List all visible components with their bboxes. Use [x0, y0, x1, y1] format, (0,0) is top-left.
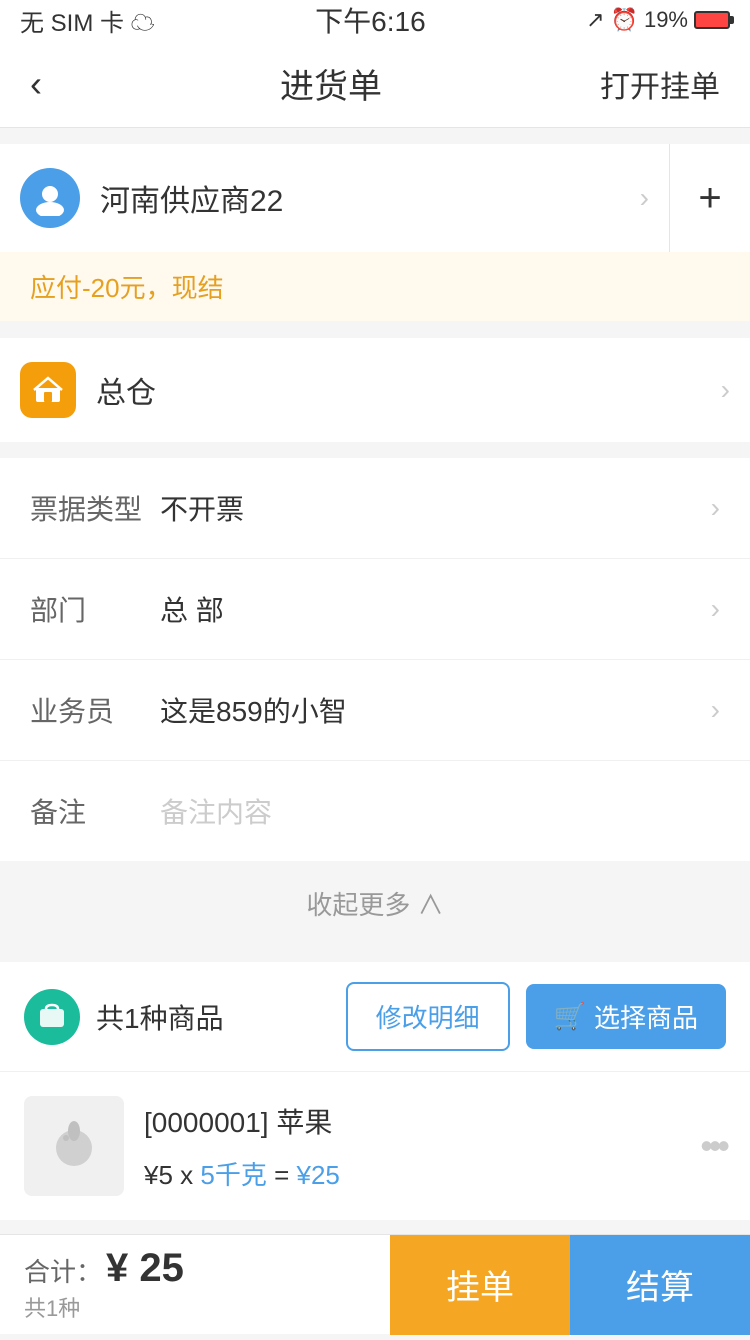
supplier-name: 河南供应商22 [100, 176, 630, 220]
product-unit-price: ¥5 [144, 1160, 173, 1190]
product-thumbnail [24, 1096, 124, 1196]
warehouse-icon [20, 362, 76, 418]
salesperson-label: 业务员 [30, 690, 150, 730]
warehouse-section[interactable]: 总仓 › [0, 338, 750, 442]
status-bar: 无 SIM 卡 ☁ 下午6:16 ↗ ⏰ 19% [0, 0, 750, 40]
product-thumbnail-icon [44, 1116, 104, 1176]
select-product-button[interactable]: 🛒 选择商品 [526, 984, 726, 1049]
product-total: ¥25 [297, 1160, 340, 1190]
salesperson-value: 这是859的小智 [150, 690, 701, 730]
alarm-icon: ⏰ [611, 7, 638, 33]
product-more-button[interactable]: ••• [684, 1125, 726, 1167]
add-supplier-button[interactable]: + [670, 144, 750, 252]
warehouse-chevron-icon: › [721, 374, 730, 406]
sim-status: 无 SIM 卡 ☁ [20, 3, 155, 38]
total-label: 合计： [24, 1252, 102, 1289]
notice-bar: 应付-20元，现结 [0, 252, 750, 322]
total-count: 共1种 [24, 1291, 366, 1323]
supplier-avatar [20, 168, 80, 228]
status-left: 无 SIM 卡 ☁ [20, 3, 155, 38]
department-label: 部门 [30, 589, 150, 629]
bottom-total: 合计： ¥ 25 共1种 [0, 1246, 390, 1323]
remark-label: 备注 [30, 791, 150, 831]
product-name: [0000001] 苹果 [144, 1101, 684, 1141]
bottom-bar: 合计： ¥ 25 共1种 挂单 结算 [0, 1234, 750, 1334]
ticket-type-value: 不开票 [150, 488, 701, 528]
supplier-section: 河南供应商22 › + [0, 144, 750, 252]
ticket-type-label: 票据类型 [30, 488, 150, 528]
product-code: [0000001] [144, 1107, 269, 1138]
salesperson-chevron-icon: › [711, 694, 720, 726]
product-quantity: 5千克 [200, 1160, 266, 1190]
back-button[interactable]: ‹ [30, 63, 62, 105]
supplier-selector[interactable]: 河南供应商22 › [0, 144, 670, 252]
select-product-icon: 🛒 [554, 1001, 586, 1032]
equals-sign: = [274, 1160, 296, 1190]
department-chevron-icon: › [711, 593, 720, 625]
department-value: 总 部 [150, 589, 701, 629]
product-item: [0000001] 苹果 ¥5 x 5千克 = ¥25 ••• [0, 1071, 750, 1220]
remark-value[interactable]: 备注内容 [150, 791, 720, 831]
warehouse-name: 总仓 [96, 368, 711, 412]
status-time: 下午6:16 [315, 0, 426, 40]
total-amount: ¥ 25 [106, 1246, 184, 1291]
battery-icon [694, 11, 730, 29]
ticket-type-row[interactable]: 票据类型 不开票 › [0, 458, 750, 559]
salesperson-row[interactable]: 业务员 这是859的小智 › [0, 660, 750, 761]
open-hangsingle-button[interactable]: 打开挂单 [600, 62, 720, 106]
location-icon: ↗ [586, 7, 604, 33]
remark-row[interactable]: 备注 备注内容 [0, 761, 750, 861]
cart-icon [36, 1001, 68, 1033]
collapse-button[interactable]: 收起更多 ∧ [0, 861, 750, 946]
hang-order-button[interactable]: 挂单 [390, 1235, 570, 1335]
multiply-sign: x [180, 1160, 200, 1190]
nav-bar: ‹ 进货单 打开挂单 [0, 40, 750, 128]
status-right: ↗ ⏰ 19% [586, 7, 730, 33]
divider-top [0, 128, 750, 144]
products-count: 共1种商品 [96, 997, 330, 1037]
products-header: 共1种商品 修改明细 🛒 选择商品 [0, 962, 750, 1071]
form-section: 票据类型 不开票 › 部门 总 部 › 业务员 这是859的小智 › 备注 备注… [0, 458, 750, 861]
supplier-avatar-icon [32, 180, 68, 216]
nav-title: 进货单 [62, 59, 600, 108]
select-product-label: 选择商品 [594, 998, 698, 1035]
warehouse-svg-icon [32, 374, 64, 406]
products-icon [24, 989, 80, 1045]
product-title: 苹果 [276, 1107, 332, 1138]
ticket-type-chevron-icon: › [711, 492, 720, 524]
checkout-button[interactable]: 结算 [570, 1235, 750, 1335]
department-row[interactable]: 部门 总 部 › [0, 559, 750, 660]
product-info: [0000001] 苹果 ¥5 x 5千克 = ¥25 [144, 1101, 684, 1192]
product-price: ¥5 x 5千克 = ¥25 [144, 1155, 684, 1192]
edit-detail-button[interactable]: 修改明细 [346, 982, 510, 1051]
supplier-chevron-icon: › [640, 182, 649, 214]
battery-percent: 19% [644, 7, 688, 33]
